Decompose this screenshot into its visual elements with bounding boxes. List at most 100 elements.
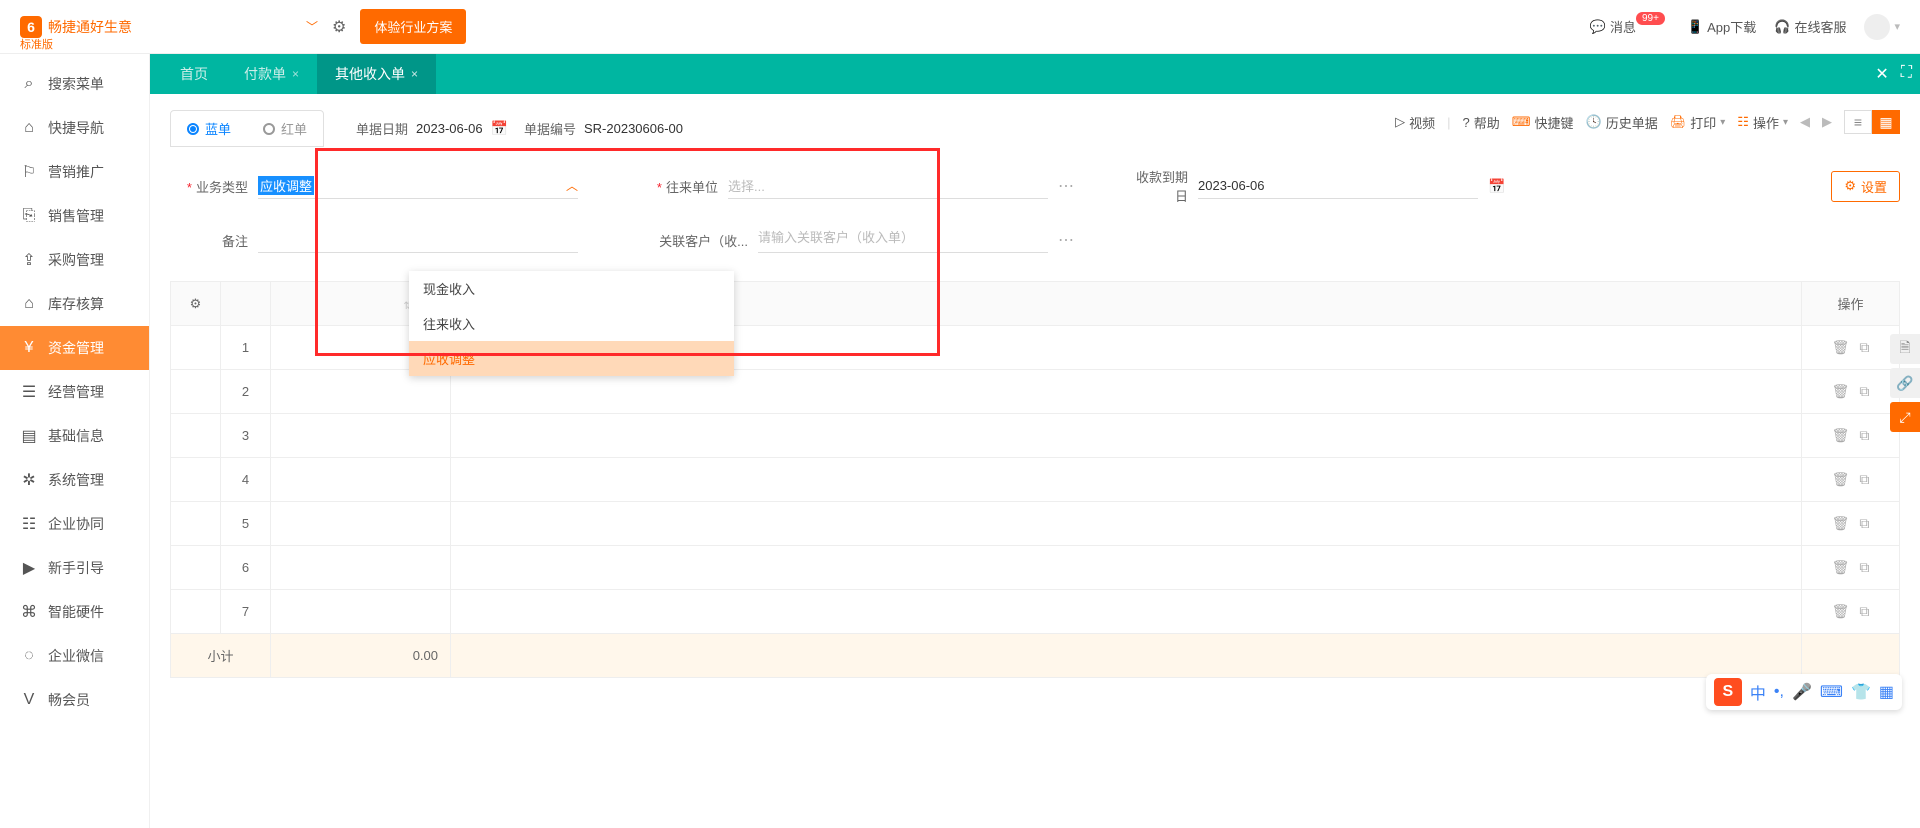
float-tab-1[interactable]: 🗎 <box>1890 334 1920 364</box>
view-list-button[interactable]: ≡ <box>1844 110 1872 134</box>
video-button[interactable]: ▷视频 <box>1395 113 1435 132</box>
operate-button[interactable]: ☷操作▾ <box>1737 113 1788 132</box>
calendar-icon[interactable]: 📅 <box>491 120 508 137</box>
calendar-icon[interactable]: 📅 <box>1488 178 1505 195</box>
history-button[interactable]: 🕓历史单据 <box>1586 113 1658 132</box>
help-button[interactable]: ?帮助 <box>1463 113 1500 132</box>
print-button[interactable]: 🖨打印▾ <box>1670 113 1726 132</box>
sidebar-item[interactable]: ⌕搜索菜单 <box>0 62 149 106</box>
delete-icon[interactable]: 🗑 <box>1832 471 1850 487</box>
app-download-label: App下载 <box>1707 17 1756 36</box>
float-tab-3[interactable]: ⤢ <box>1890 402 1920 432</box>
next-icon[interactable]: ▶ <box>1822 114 1832 130</box>
shortcut-button[interactable]: ⌨快捷键 <box>1512 113 1574 132</box>
doc-date-value[interactable]: 2023-06-06 <box>416 121 483 136</box>
ime-menu-icon[interactable]: ▦ <box>1879 682 1894 702</box>
view-card-button[interactable]: ▦ <box>1872 110 1900 134</box>
sidebar-item[interactable]: ◌企业微信 <box>0 634 149 678</box>
sidebar-icon: ☰ <box>20 383 38 401</box>
sidebar-item[interactable]: ⎘销售管理 <box>0 194 149 238</box>
remark-input[interactable] <box>258 227 578 253</box>
sidebar-item[interactable]: ▶新手引导 <box>0 546 149 590</box>
relcust-input[interactable]: 请输入关联客户（收入单） <box>758 227 1048 253</box>
tab[interactable]: 付款单× <box>226 54 317 94</box>
delete-icon[interactable]: 🗑 <box>1832 603 1850 619</box>
due-date-input[interactable]: 2023-06-06 <box>1198 173 1478 199</box>
delete-icon[interactable]: 🗑 <box>1832 339 1850 355</box>
sidebar-item[interactable]: ✲系统管理 <box>0 458 149 502</box>
sidebar-item[interactable]: ⌂快捷导航 <box>0 106 149 150</box>
sidebar-item[interactable]: ⌂库存核算 <box>0 282 149 326</box>
table-config-button[interactable]: ⚙ <box>171 282 221 326</box>
copy-icon[interactable]: ⧉ <box>1859 559 1869 575</box>
table-row[interactable]: 5🗑⧉ <box>171 502 1900 546</box>
more-icon[interactable]: ⋯ <box>1058 176 1074 196</box>
copy-icon[interactable]: ⧉ <box>1859 383 1869 399</box>
bluetab[interactable]: 蓝单 <box>171 111 247 146</box>
tab[interactable]: 其他收入单× <box>317 54 436 94</box>
table-row[interactable]: 4🗑⧉ <box>171 458 1900 502</box>
ime-keyboard-icon[interactable]: ⌨ <box>1820 682 1843 702</box>
copy-icon[interactable]: ⧉ <box>1859 471 1869 487</box>
delete-icon[interactable]: 🗑 <box>1832 559 1850 575</box>
ime-punct-icon[interactable]: •, <box>1774 683 1784 701</box>
ime-mic-icon[interactable]: 🎤 <box>1792 682 1812 702</box>
sidebar-item[interactable]: ☰经营管理 <box>0 370 149 414</box>
sidebar-item[interactable]: V畅会员 <box>0 678 149 722</box>
app-download-button[interactable]: 📱 App下载 <box>1687 17 1756 36</box>
messages-button[interactable]: 💬 消息 99+ <box>1590 17 1669 36</box>
party-select[interactable]: 选择... <box>728 173 1048 199</box>
copy-icon[interactable]: ⧉ <box>1859 339 1869 355</box>
close-icon[interactable]: × <box>411 54 418 94</box>
gear-icon[interactable]: ⚙ <box>332 17 346 37</box>
ime-lang[interactable]: 中 <box>1750 680 1766 704</box>
org-selector[interactable]: ﹀ <box>180 18 318 35</box>
close-icon[interactable]: × <box>292 54 299 94</box>
biztype-select[interactable]: 应收调整 ︿ <box>258 173 578 199</box>
table-row[interactable]: 7🗑⧉ <box>171 590 1900 634</box>
copy-icon[interactable]: ⧉ <box>1859 515 1869 531</box>
row-amount[interactable] <box>271 414 451 458</box>
row-amount[interactable] <box>271 370 451 414</box>
ime-skin-icon[interactable]: 👕 <box>1851 682 1871 702</box>
row-amount[interactable] <box>271 590 451 634</box>
sidebar-item[interactable]: ☷企业协同 <box>0 502 149 546</box>
try-industry-button[interactable]: 体验行业方案 <box>360 9 466 44</box>
redtab[interactable]: 红单 <box>247 111 323 146</box>
sidebar-item[interactable]: ⌘智能硬件 <box>0 590 149 634</box>
table-row[interactable]: 3🗑⧉ <box>171 414 1900 458</box>
sidebar-icon: ☷ <box>20 515 38 533</box>
prev-icon[interactable]: ◀ <box>1800 114 1810 130</box>
sidebar-item[interactable]: ⇪采购管理 <box>0 238 149 282</box>
copy-icon[interactable]: ⧉ <box>1859 603 1869 619</box>
dropdown-item[interactable]: 往来收入 <box>409 306 734 341</box>
sidebar-item[interactable]: ⚐营销推广 <box>0 150 149 194</box>
float-tab-2[interactable]: 🔗 <box>1890 368 1920 398</box>
row-amount[interactable] <box>271 502 451 546</box>
history-icon: 🕓 <box>1586 114 1602 130</box>
sidebar-item[interactable]: ¥资金管理 <box>0 326 149 370</box>
delete-icon[interactable]: 🗑 <box>1832 427 1850 443</box>
more-icon[interactable]: ⋯ <box>1058 230 1074 250</box>
delete-icon[interactable]: 🗑 <box>1832 515 1850 531</box>
ime-toolbar[interactable]: S 中 •, 🎤 ⌨ 👕 ▦ <box>1706 674 1902 710</box>
table-row[interactable]: 2🗑⧉ <box>171 370 1900 414</box>
table-row[interactable]: 6🗑⧉ <box>171 546 1900 590</box>
tab-label: 其他收入单 <box>335 54 405 94</box>
user-avatar[interactable]: ▾ <box>1864 14 1900 40</box>
dropdown-item[interactable]: 现金收入 <box>409 271 734 306</box>
copy-icon[interactable]: ⧉ <box>1859 427 1869 443</box>
expand-icon[interactable]: ⛶ <box>1901 64 1912 84</box>
help-label: 帮助 <box>1474 113 1500 132</box>
support-label: 在线客服 <box>1794 17 1846 36</box>
dropdown-item[interactable]: 应收调整 <box>409 341 734 376</box>
close-all-icon[interactable]: ✕ <box>1875 64 1888 84</box>
row-amount[interactable] <box>271 546 451 590</box>
support-button[interactable]: 🎧 在线客服 <box>1774 17 1846 36</box>
tab-label: 付款单 <box>244 54 286 94</box>
sidebar-item[interactable]: ▤基础信息 <box>0 414 149 458</box>
settings-button[interactable]: ⚙ 设置 <box>1831 171 1900 202</box>
row-amount[interactable] <box>271 458 451 502</box>
tab[interactable]: 首页 <box>162 54 226 94</box>
delete-icon[interactable]: 🗑 <box>1832 383 1850 399</box>
